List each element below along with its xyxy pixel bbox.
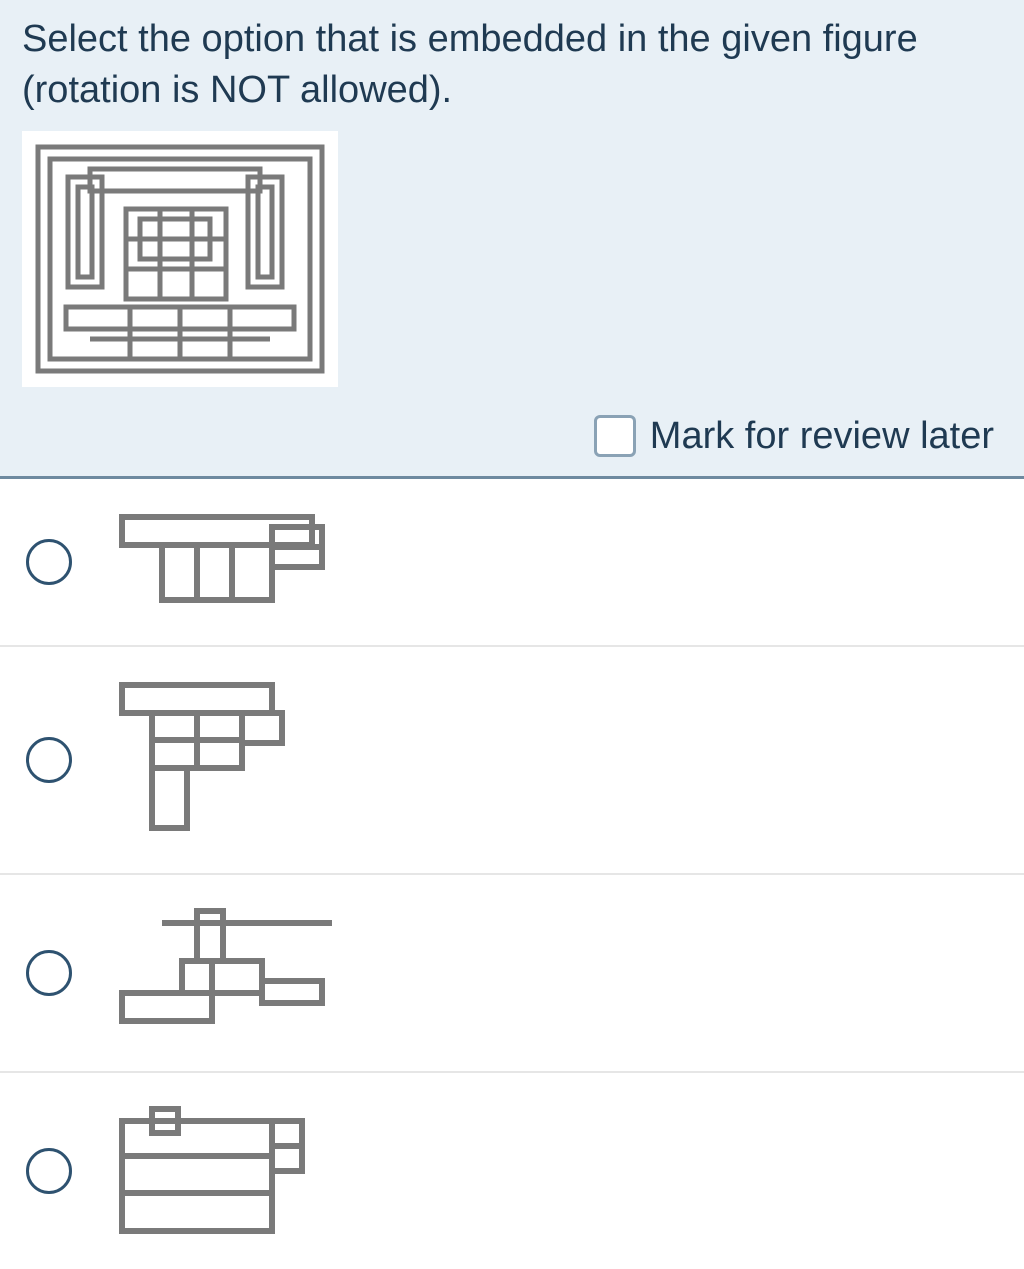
option-4[interactable] (0, 1073, 1024, 1269)
mark-review-checkbox[interactable] (594, 415, 636, 457)
options-list (0, 479, 1024, 1269)
option-2-figure (112, 675, 292, 845)
embedded-figure-svg (30, 139, 330, 379)
option-1-radio[interactable] (26, 539, 72, 585)
question-text: Select the option that is embedded in th… (22, 14, 1002, 117)
option-4-figure (112, 1101, 312, 1241)
option-2[interactable] (0, 647, 1024, 875)
option-2-radio[interactable] (26, 737, 72, 783)
question-figure (22, 131, 338, 387)
option-3-figure (112, 903, 342, 1043)
mark-review-label: Mark for review later (650, 415, 994, 458)
option-3[interactable] (0, 875, 1024, 1073)
option-4-radio[interactable] (26, 1148, 72, 1194)
option-3-radio[interactable] (26, 950, 72, 996)
option-1-figure (112, 507, 332, 617)
mark-review-row: Mark for review later (22, 415, 1002, 458)
question-panel: Select the option that is embedded in th… (0, 0, 1024, 479)
option-1[interactable] (0, 479, 1024, 647)
